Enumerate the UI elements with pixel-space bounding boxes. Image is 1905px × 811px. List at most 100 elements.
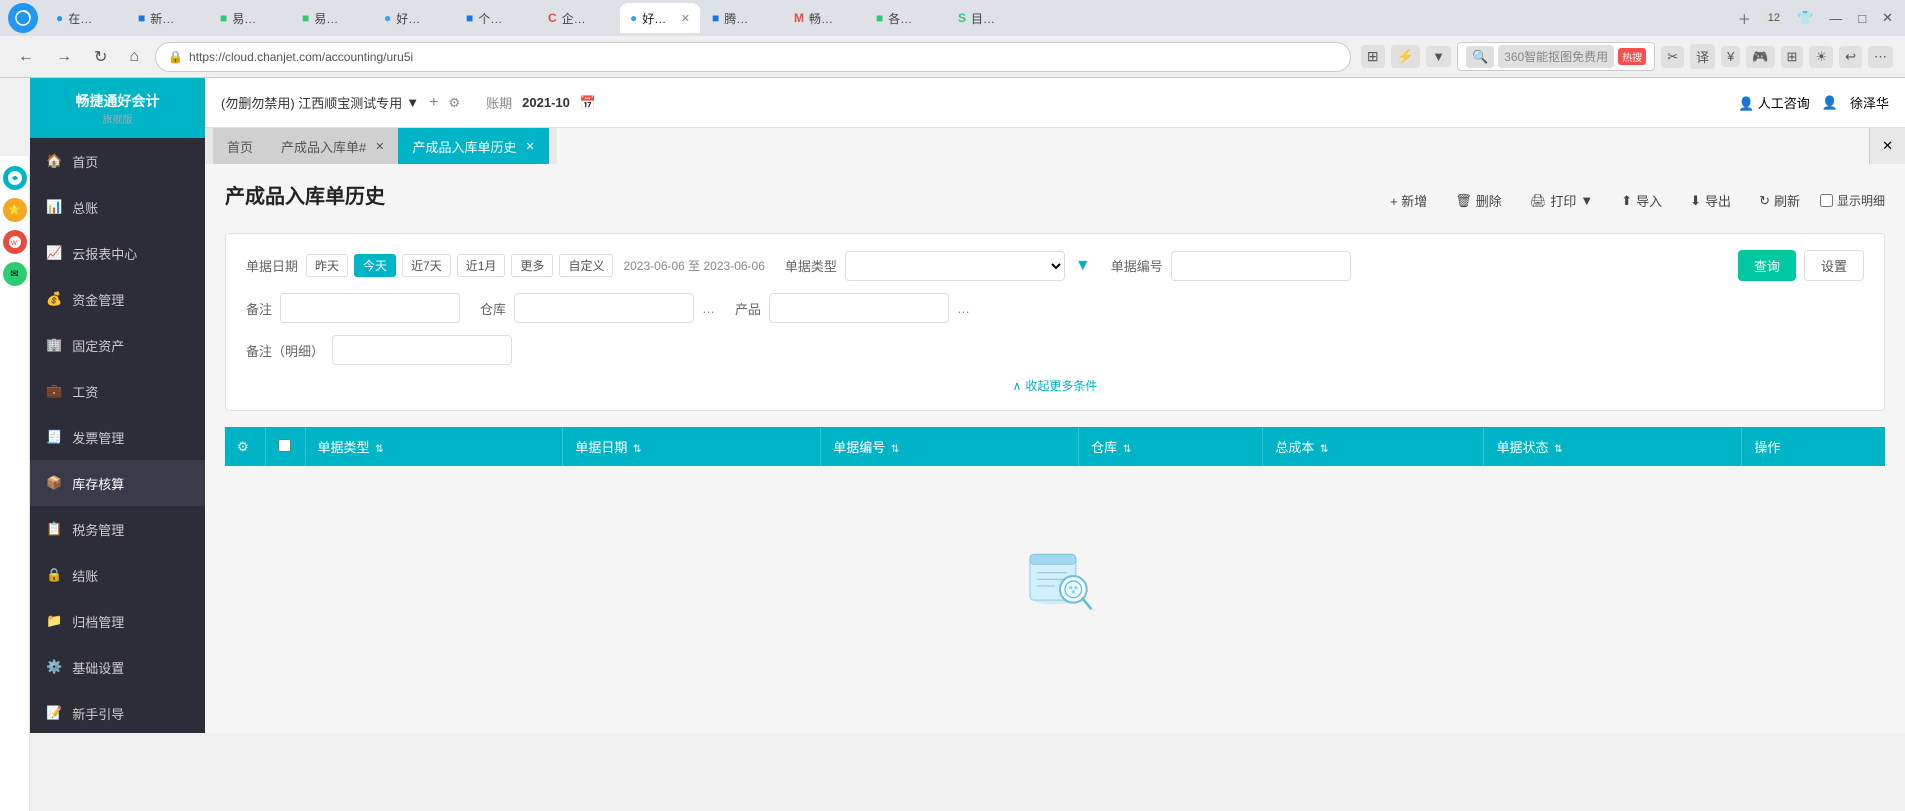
date-btn-more[interactable]: 更多	[511, 254, 553, 277]
browser-tab-9[interactable]: ■ 腾…	[702, 3, 782, 33]
home-button[interactable]: ⌂	[123, 44, 145, 70]
currency-icon[interactable]: ¥	[1721, 46, 1740, 67]
page-tab-history[interactable]: 产成品入库单历史 ✕	[398, 128, 548, 164]
browser-tab-1[interactable]: ● 在…	[46, 3, 126, 33]
translate-icon[interactable]: 译	[1690, 44, 1715, 69]
page-tab-home[interactable]: 首页	[213, 128, 267, 164]
th-date-sort-icon[interactable]: ⇅	[633, 444, 641, 455]
forward-button[interactable]: →	[50, 44, 78, 70]
add-company-button[interactable]: +	[429, 94, 438, 112]
date-btn-custom[interactable]: 自定义	[559, 254, 613, 277]
th-checkbox[interactable]	[265, 427, 305, 466]
back-button[interactable]: ←	[12, 44, 40, 70]
warehouse-filter-input[interactable]	[514, 293, 694, 323]
app-icon-mail[interactable]: ✉	[3, 262, 27, 286]
browser-tab-4[interactable]: ■ 易…	[292, 3, 372, 33]
app-icon-chanjet[interactable]	[3, 166, 27, 190]
th-number-sort-icon[interactable]: ⇅	[891, 444, 899, 455]
browser-tab-10[interactable]: M 畅…	[784, 3, 864, 33]
th-warehouse-sort-icon[interactable]: ⇅	[1123, 444, 1131, 455]
more-icon[interactable]: ⋯	[1868, 46, 1893, 68]
note-filter-item: 备注	[246, 293, 460, 323]
date-btn-7days[interactable]: 近7天	[402, 254, 451, 277]
nav-item-fund[interactable]: 💰 资金管理	[30, 276, 205, 322]
dropdown-icon[interactable]: ▼	[1426, 46, 1451, 67]
warehouse-dots-icon[interactable]: …	[702, 301, 715, 316]
query-button[interactable]: 查询	[1738, 250, 1796, 281]
close-browser-button[interactable]: ✕	[1878, 6, 1897, 30]
product-filter-input[interactable]	[769, 293, 949, 323]
grid-view-icon[interactable]: ⊞	[1781, 46, 1804, 68]
collapse-button[interactable]: ∧ 收起更多条件	[246, 377, 1864, 394]
brightness-icon[interactable]: ☀	[1809, 46, 1833, 68]
show-detail-checkbox-label[interactable]: 显示明细	[1820, 192, 1885, 209]
detail-note-filter-input[interactable]	[332, 335, 512, 365]
th-status-sort-icon[interactable]: ⇅	[1554, 444, 1562, 455]
nav-item-ledger[interactable]: 📊 总账	[30, 184, 205, 230]
app-icon-weibo[interactable]: w	[3, 230, 27, 254]
url-bar[interactable]: 🔒 https://cloud.chanjet.com/accounting/u…	[155, 42, 1351, 72]
nav-item-inventory[interactable]: 📦 库存核算	[30, 460, 205, 506]
page-tab-history-close[interactable]: ✕	[525, 140, 534, 153]
browser-tab-3[interactable]: ■ 易…	[210, 3, 290, 33]
company-settings-icon[interactable]: ⚙	[449, 95, 461, 111]
extensions-icon[interactable]: ⊞	[1361, 45, 1385, 68]
nav-item-tax[interactable]: 📋 税务管理	[30, 506, 205, 552]
company-selector[interactable]: (勿删勿禁用) 江西顺宝测试专用 ▼	[221, 93, 419, 112]
nav-item-home[interactable]: 🏠 首页	[30, 138, 205, 184]
browser-tab-5[interactable]: ● 好…	[374, 3, 454, 33]
type-filter-select[interactable]	[845, 251, 1065, 281]
number-filter-input[interactable]	[1171, 251, 1351, 281]
minimize-button[interactable]: —	[1825, 7, 1846, 30]
user-avatar[interactable]: 👤	[1822, 95, 1838, 111]
date-btn-yesterday[interactable]: 昨天	[306, 254, 348, 277]
nav-item-payroll[interactable]: 💼 工资	[30, 368, 205, 414]
print-button[interactable]: 🖨 打印 ▼	[1522, 187, 1601, 214]
browser-tab-6[interactable]: ■ 个…	[456, 3, 536, 33]
nav-item-cloud-report[interactable]: 📈 云报表中心	[30, 230, 205, 276]
undo-icon[interactable]: ↩	[1839, 46, 1862, 68]
scissors-icon[interactable]: ✂	[1661, 46, 1684, 68]
date-btn-today[interactable]: 今天	[354, 254, 396, 277]
nav-item-close-account[interactable]: 🔒 结账	[30, 552, 205, 598]
nav-item-invoice[interactable]: 🧾 发票管理	[30, 414, 205, 460]
nav-item-archive[interactable]: 📁 归档管理	[30, 598, 205, 644]
customer-service-button[interactable]: 👤 人工咨询	[1738, 93, 1810, 112]
nav-item-new-entry[interactable]: 📝 新手引导	[30, 690, 205, 736]
browser-tab-2[interactable]: ■ 新…	[128, 3, 208, 33]
browser-tab-11[interactable]: ■ 各…	[866, 3, 946, 33]
date-btn-1month[interactable]: 近1月	[457, 254, 506, 277]
search-bar[interactable]: 🔍 360智能抠图免费用 热搜	[1457, 42, 1655, 71]
tab-manager-icon[interactable]: 👕	[1793, 6, 1817, 30]
header-checkbox[interactable]	[278, 439, 291, 452]
close-panel-button[interactable]: ✕	[1869, 128, 1905, 164]
browser-tab-8[interactable]: ● 好… ✕	[620, 3, 700, 33]
refresh-button[interactable]: ↻ 刷新	[1751, 187, 1808, 214]
th-settings[interactable]: ⚙	[225, 427, 265, 466]
maximize-button[interactable]: □	[1854, 7, 1870, 30]
page-tab-list[interactable]: 产成品入库单# ✕	[267, 128, 398, 164]
browser-tab-7[interactable]: C 企…	[538, 3, 618, 33]
show-detail-checkbox[interactable]	[1820, 194, 1833, 207]
note-filter-input[interactable]	[280, 293, 460, 323]
calendar-icon[interactable]: 📅	[580, 95, 596, 111]
browser-tab-12[interactable]: S 目…	[948, 3, 1028, 33]
game-icon[interactable]: 🎮	[1746, 46, 1774, 68]
refresh-browser-button[interactable]: ↻	[88, 43, 113, 71]
product-dots-icon[interactable]: …	[957, 301, 970, 316]
app-icon-star[interactable]: ⭐	[3, 198, 27, 222]
import-button[interactable]: ⬆ 导入	[1613, 187, 1670, 214]
th-total-cost-sort-icon[interactable]: ⇅	[1320, 444, 1328, 455]
new-button[interactable]: + 新增	[1382, 187, 1435, 214]
filter-settings-button[interactable]: 设置	[1804, 250, 1864, 281]
nav-item-settings[interactable]: ⚙️ 基础设置	[30, 644, 205, 690]
delete-button[interactable]: 🗑 删除	[1447, 187, 1510, 214]
tab-8-close-icon[interactable]: ✕	[681, 12, 690, 25]
th-type-sort-icon[interactable]: ⇅	[375, 444, 383, 455]
lightning-icon[interactable]: ⚡	[1391, 45, 1420, 68]
browser-icon	[8, 3, 38, 33]
page-tab-list-close[interactable]: ✕	[375, 140, 384, 153]
nav-item-fixed-assets[interactable]: 🏢 固定资产	[30, 322, 205, 368]
new-tab-button[interactable]: ＋	[1734, 5, 1755, 32]
export-button[interactable]: ⬇ 导出	[1682, 187, 1739, 214]
